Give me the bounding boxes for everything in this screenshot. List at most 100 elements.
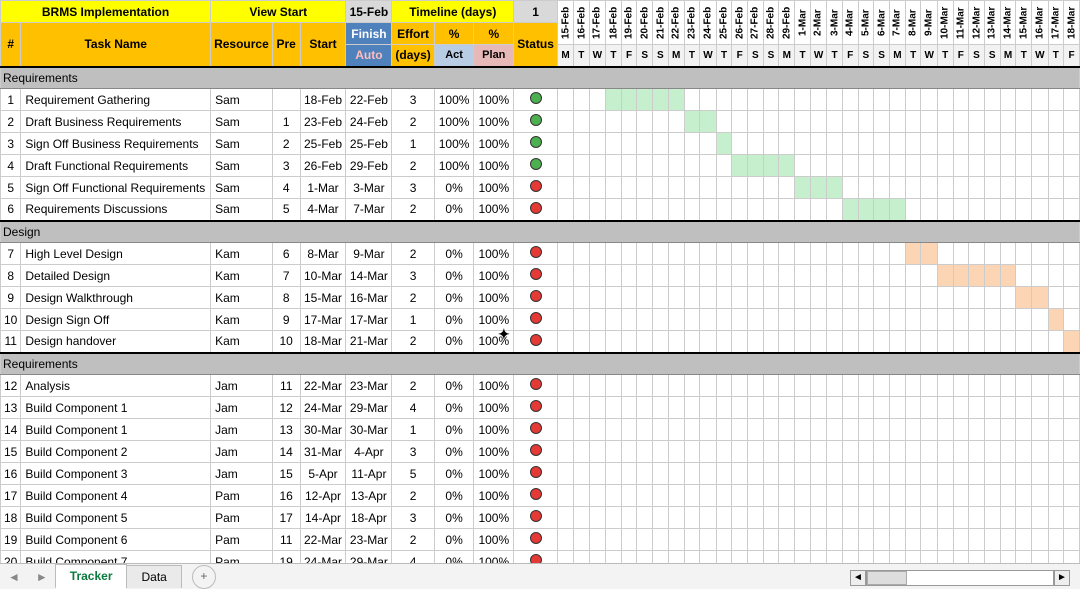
gantt-cell[interactable] [700, 397, 716, 419]
gantt-cell[interactable] [574, 397, 590, 419]
effort-cell[interactable]: 3 [392, 177, 434, 199]
gantt-cell[interactable] [589, 265, 605, 287]
gantt-cell[interactable] [653, 199, 669, 221]
gantt-cell[interactable] [653, 507, 669, 529]
gantt-cell[interactable] [558, 89, 574, 111]
gantt-cell[interactable] [810, 507, 826, 529]
gantt-cell[interactable] [637, 397, 653, 419]
gantt-cell[interactable] [558, 419, 574, 441]
row-number[interactable]: 6 [1, 199, 21, 221]
gantt-cell[interactable] [700, 485, 716, 507]
gantt-cell[interactable] [921, 485, 937, 507]
gantt-cell[interactable] [779, 441, 795, 463]
gantt-cell[interactable] [1064, 287, 1080, 309]
gantt-cell[interactable] [795, 199, 811, 221]
resource-cell[interactable]: Jam [211, 419, 273, 441]
gantt-cell[interactable] [984, 155, 1000, 177]
gantt-cell[interactable] [606, 485, 622, 507]
gantt-cell[interactable] [953, 397, 969, 419]
gantt-cell[interactable] [606, 243, 622, 265]
gantt-cell[interactable] [874, 529, 890, 551]
gantt-cell[interactable] [558, 177, 574, 199]
gantt-cell[interactable] [858, 199, 874, 221]
gantt-cell[interactable] [747, 463, 763, 485]
gantt-cell[interactable] [1032, 485, 1048, 507]
gantt-cell[interactable] [747, 89, 763, 111]
gantt-cell[interactable] [874, 331, 890, 353]
gantt-cell[interactable] [574, 89, 590, 111]
gantt-cell[interactable] [747, 551, 763, 564]
gantt-cell[interactable] [621, 375, 637, 397]
gantt-cell[interactable] [747, 397, 763, 419]
task-row[interactable]: 13Build Component 1Jam1224-Mar29-Mar40%1… [1, 397, 1080, 419]
gantt-cell[interactable] [763, 485, 779, 507]
gantt-cell[interactable] [984, 133, 1000, 155]
gantt-cell[interactable] [732, 551, 748, 564]
gantt-cell[interactable] [905, 265, 921, 287]
gantt-cell[interactable] [827, 111, 843, 133]
gantt-cell[interactable] [937, 265, 953, 287]
gantt-cell[interactable] [810, 287, 826, 309]
gantt-cell[interactable] [858, 133, 874, 155]
gantt-cell[interactable] [858, 265, 874, 287]
task-row[interactable]: 3Sign Off Business RequirementsSam225-Fe… [1, 133, 1080, 155]
pct-actual-cell[interactable]: 0% [434, 529, 474, 551]
gantt-cell[interactable] [1000, 463, 1016, 485]
predecessor-cell[interactable]: 15 [272, 463, 300, 485]
resource-cell[interactable]: Kam [211, 287, 273, 309]
gantt-cell[interactable] [827, 507, 843, 529]
gantt-cell[interactable] [842, 507, 858, 529]
gantt-cell[interactable] [827, 485, 843, 507]
gantt-cell[interactable] [606, 529, 622, 551]
gantt-cell[interactable] [874, 419, 890, 441]
row-number[interactable]: 14 [1, 419, 21, 441]
resource-cell[interactable]: Pam [211, 551, 273, 564]
gantt-cell[interactable] [732, 89, 748, 111]
gantt-cell[interactable] [1000, 397, 1016, 419]
gantt-cell[interactable] [763, 441, 779, 463]
gantt-cell[interactable] [558, 375, 574, 397]
pct-actual-cell[interactable]: 0% [434, 287, 474, 309]
gantt-cell[interactable] [905, 529, 921, 551]
gantt-cell[interactable] [621, 133, 637, 155]
gantt-cell[interactable] [984, 485, 1000, 507]
effort-cell[interactable]: 5 [392, 463, 434, 485]
gantt-cell[interactable] [684, 551, 700, 564]
gantt-cell[interactable] [1016, 551, 1032, 564]
gantt-cell[interactable] [668, 243, 684, 265]
pct-actual-cell[interactable]: 0% [434, 243, 474, 265]
gantt-cell[interactable] [842, 287, 858, 309]
gantt-cell[interactable] [653, 309, 669, 331]
gantt-cell[interactable] [1032, 309, 1048, 331]
task-name[interactable]: Design handover [21, 331, 211, 353]
task-name[interactable]: Sign Off Functional Requirements [21, 177, 211, 199]
start-date-cell[interactable]: 10-Mar [300, 265, 346, 287]
gantt-cell[interactable] [606, 177, 622, 199]
gantt-cell[interactable] [1048, 155, 1064, 177]
task-row[interactable]: 18Build Component 5Pam1714-Apr18-Apr30%1… [1, 507, 1080, 529]
gantt-cell[interactable] [842, 419, 858, 441]
pct-actual-cell[interactable]: 100% [434, 111, 474, 133]
gantt-cell[interactable] [889, 441, 905, 463]
resource-cell[interactable]: Sam [211, 89, 273, 111]
gantt-cell[interactable] [606, 287, 622, 309]
gantt-cell[interactable] [889, 111, 905, 133]
gantt-cell[interactable] [842, 463, 858, 485]
gantt-cell[interactable] [1000, 441, 1016, 463]
gantt-cell[interactable] [921, 309, 937, 331]
row-number[interactable]: 9 [1, 287, 21, 309]
pct-actual-cell[interactable]: 0% [434, 309, 474, 331]
gantt-cell[interactable] [684, 331, 700, 353]
task-row[interactable]: 9Design WalkthroughKam815-Mar16-Mar20%10… [1, 287, 1080, 309]
gantt-cell[interactable] [874, 243, 890, 265]
gantt-cell[interactable] [747, 199, 763, 221]
timeline-value[interactable]: 1 [514, 1, 558, 23]
gantt-cell[interactable] [969, 551, 985, 564]
gantt-cell[interactable] [984, 309, 1000, 331]
gantt-cell[interactable] [874, 111, 890, 133]
gantt-cell[interactable] [795, 485, 811, 507]
start-date-cell[interactable]: 31-Mar [300, 441, 346, 463]
finish-date-cell[interactable]: 23-Mar [346, 375, 392, 397]
gantt-cell[interactable] [1016, 529, 1032, 551]
gantt-cell[interactable] [763, 243, 779, 265]
